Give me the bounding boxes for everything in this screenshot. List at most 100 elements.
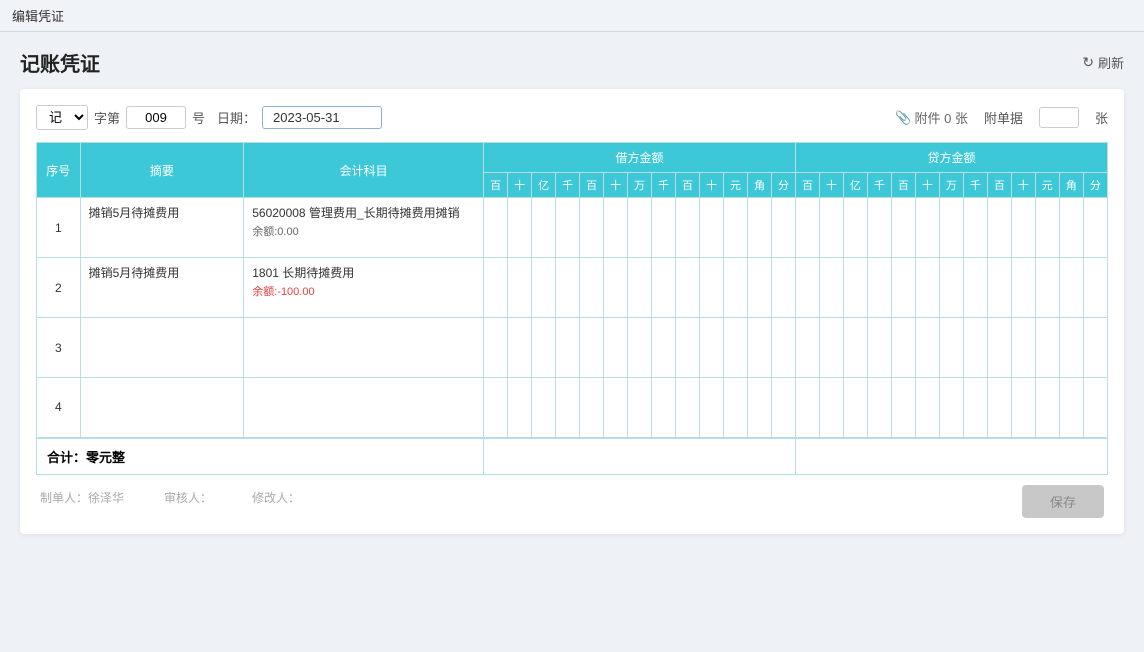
credit-digit-cell[interactable] — [1059, 318, 1083, 378]
zhang-input[interactable] — [1039, 107, 1079, 128]
credit-digit-cell[interactable] — [819, 318, 843, 378]
debit-digit-cell[interactable] — [532, 198, 556, 258]
debit-digit-cell[interactable] — [676, 258, 700, 318]
debit-digit-cell[interactable] — [556, 198, 580, 258]
refresh-button[interactable]: ↻ 刷新 — [1082, 53, 1124, 72]
credit-digit-cell[interactable] — [1083, 198, 1107, 258]
debit-digit-cell[interactable] — [771, 318, 795, 378]
credit-digit-cell[interactable] — [1011, 378, 1035, 438]
summary-cell[interactable] — [80, 378, 244, 438]
credit-digit-cell[interactable] — [939, 258, 963, 318]
credit-digit-cell[interactable] — [963, 378, 987, 438]
debit-digit-cell[interactable] — [580, 258, 604, 318]
debit-digit-cell[interactable] — [508, 378, 532, 438]
debit-digit-cell[interactable] — [604, 378, 628, 438]
debit-digit-cell[interactable] — [771, 258, 795, 318]
credit-digit-cell[interactable] — [915, 258, 939, 318]
credit-digit-cell[interactable] — [867, 318, 891, 378]
credit-digit-cell[interactable] — [891, 198, 915, 258]
debit-digit-cell[interactable] — [628, 198, 652, 258]
credit-digit-cell[interactable] — [867, 198, 891, 258]
credit-digit-cell[interactable] — [819, 198, 843, 258]
debit-digit-cell[interactable] — [556, 318, 580, 378]
voucher-number-input[interactable] — [126, 106, 186, 129]
credit-digit-cell[interactable] — [1059, 258, 1083, 318]
credit-digit-cell[interactable] — [939, 318, 963, 378]
credit-digit-cell[interactable] — [1083, 258, 1107, 318]
credit-digit-cell[interactable] — [795, 378, 819, 438]
debit-digit-cell[interactable] — [580, 318, 604, 378]
credit-digit-cell[interactable] — [795, 258, 819, 318]
credit-digit-cell[interactable] — [1083, 378, 1107, 438]
credit-digit-cell[interactable] — [891, 378, 915, 438]
credit-digit-cell[interactable] — [963, 318, 987, 378]
dan-label[interactable]: 附单据 — [984, 108, 1023, 127]
debit-digit-cell[interactable] — [604, 258, 628, 318]
debit-digit-cell[interactable] — [628, 318, 652, 378]
debit-digit-cell[interactable] — [532, 378, 556, 438]
debit-digit-cell[interactable] — [747, 318, 771, 378]
debit-digit-cell[interactable] — [700, 318, 724, 378]
debit-digit-cell[interactable] — [532, 258, 556, 318]
credit-digit-cell[interactable] — [1059, 198, 1083, 258]
credit-digit-cell[interactable] — [891, 258, 915, 318]
summary-cell[interactable] — [80, 318, 244, 378]
credit-digit-cell[interactable] — [915, 378, 939, 438]
debit-digit-cell[interactable] — [628, 378, 652, 438]
credit-digit-cell[interactable] — [939, 378, 963, 438]
debit-digit-cell[interactable] — [484, 198, 508, 258]
credit-digit-cell[interactable] — [867, 258, 891, 318]
debit-digit-cell[interactable] — [700, 198, 724, 258]
credit-digit-cell[interactable] — [939, 198, 963, 258]
debit-digit-cell[interactable] — [484, 378, 508, 438]
credit-digit-cell[interactable] — [843, 318, 867, 378]
account-cell[interactable]: 56020008 管理费用_长期待摊费用摊销余额:0.00 — [244, 198, 484, 258]
debit-digit-cell[interactable] — [676, 378, 700, 438]
debit-digit-cell[interactable] — [700, 258, 724, 318]
credit-digit-cell[interactable] — [819, 378, 843, 438]
debit-digit-cell[interactable] — [628, 258, 652, 318]
account-cell[interactable]: 1801 长期待摊费用余额:-100.00 — [244, 258, 484, 318]
credit-digit-cell[interactable] — [795, 318, 819, 378]
credit-digit-cell[interactable] — [1011, 318, 1035, 378]
account-cell[interactable] — [244, 318, 484, 378]
debit-digit-cell[interactable] — [556, 378, 580, 438]
credit-digit-cell[interactable] — [1035, 258, 1059, 318]
debit-digit-cell[interactable] — [676, 318, 700, 378]
summary-cell[interactable]: 摊销5月待摊费用 — [80, 198, 244, 258]
credit-digit-cell[interactable] — [915, 318, 939, 378]
debit-digit-cell[interactable] — [747, 198, 771, 258]
debit-digit-cell[interactable] — [724, 258, 748, 318]
debit-digit-cell[interactable] — [676, 198, 700, 258]
debit-digit-cell[interactable] — [604, 318, 628, 378]
summary-cell[interactable]: 摊销5月待摊费用 — [80, 258, 244, 318]
credit-digit-cell[interactable] — [1035, 198, 1059, 258]
credit-digit-cell[interactable] — [795, 198, 819, 258]
credit-digit-cell[interactable] — [963, 258, 987, 318]
debit-digit-cell[interactable] — [484, 258, 508, 318]
credit-digit-cell[interactable] — [987, 198, 1011, 258]
credit-digit-cell[interactable] — [963, 198, 987, 258]
credit-digit-cell[interactable] — [1035, 318, 1059, 378]
account-cell[interactable] — [244, 378, 484, 438]
debit-digit-cell[interactable] — [747, 378, 771, 438]
credit-digit-cell[interactable] — [867, 378, 891, 438]
credit-digit-cell[interactable] — [987, 258, 1011, 318]
debit-digit-cell[interactable] — [771, 378, 795, 438]
debit-digit-cell[interactable] — [747, 258, 771, 318]
debit-digit-cell[interactable] — [484, 318, 508, 378]
debit-digit-cell[interactable] — [580, 378, 604, 438]
credit-digit-cell[interactable] — [1083, 318, 1107, 378]
credit-digit-cell[interactable] — [843, 258, 867, 318]
voucher-type-select[interactable]: 记 — [36, 105, 88, 130]
debit-digit-cell[interactable] — [652, 378, 676, 438]
credit-digit-cell[interactable] — [819, 258, 843, 318]
debit-digit-cell[interactable] — [508, 318, 532, 378]
debit-digit-cell[interactable] — [724, 198, 748, 258]
debit-digit-cell[interactable] — [700, 378, 724, 438]
credit-digit-cell[interactable] — [915, 198, 939, 258]
attachment-link[interactable]: 📎 附件 0 张 — [895, 108, 968, 127]
credit-digit-cell[interactable] — [843, 198, 867, 258]
debit-digit-cell[interactable] — [532, 318, 556, 378]
debit-digit-cell[interactable] — [580, 198, 604, 258]
